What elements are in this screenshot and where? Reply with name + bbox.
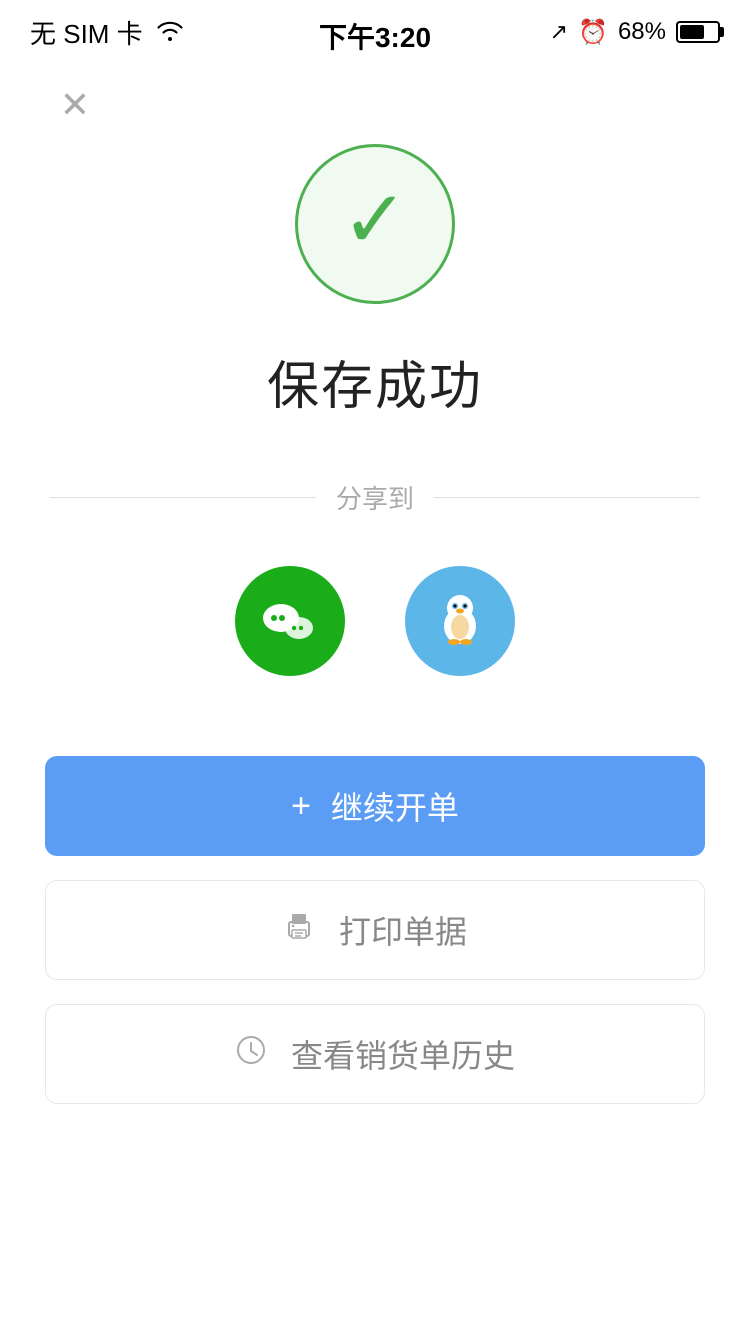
share-icons: [235, 566, 515, 676]
alarm-icon: ⏰: [578, 18, 608, 47]
main-content: ✓ 保存成功 分享到: [0, 64, 750, 1124]
printer-icon: [283, 910, 315, 950]
status-left: 无 SIM 卡: [30, 14, 185, 51]
history-label: 查看销货单历史: [291, 1031, 515, 1077]
action-buttons: + 继续开单 打印单据: [45, 756, 705, 1104]
wechat-icon: [260, 591, 320, 651]
qq-icon: [430, 591, 490, 651]
close-button[interactable]: ✕: [50, 80, 100, 130]
battery-percent: 68%: [618, 18, 666, 46]
divider-line-left: [50, 497, 316, 498]
status-right: ↗ ⏰ 68%: [550, 18, 720, 47]
history-button[interactable]: 查看销货单历史: [45, 1004, 705, 1104]
battery-fill: [680, 25, 704, 39]
status-bar: 无 SIM 卡 下午3:20 ↗ ⏰ 68%: [0, 0, 750, 64]
success-circle: ✓: [295, 144, 455, 304]
divider-line-right: [434, 497, 700, 498]
check-icon: ✓: [341, 180, 408, 260]
clock-icon: [235, 1034, 267, 1074]
print-label: 打印单据: [339, 907, 467, 953]
status-time: 下午3:20: [319, 16, 431, 56]
continue-label: 继续开单: [331, 783, 459, 829]
continue-button[interactable]: + 继续开单: [45, 756, 705, 856]
close-icon: ✕: [60, 87, 90, 123]
print-button[interactable]: 打印单据: [45, 880, 705, 980]
wechat-share-button[interactable]: [235, 566, 345, 676]
share-divider: 分享到: [50, 479, 700, 516]
success-title: 保存成功: [267, 344, 483, 419]
qq-share-button[interactable]: [405, 566, 515, 676]
battery-icon: [676, 21, 720, 43]
wifi-icon: [155, 17, 185, 48]
plus-icon: +: [291, 787, 311, 826]
share-label: 分享到: [336, 479, 414, 516]
location-icon: ↗: [550, 19, 568, 45]
no-sim-text: 无 SIM 卡: [30, 14, 143, 51]
